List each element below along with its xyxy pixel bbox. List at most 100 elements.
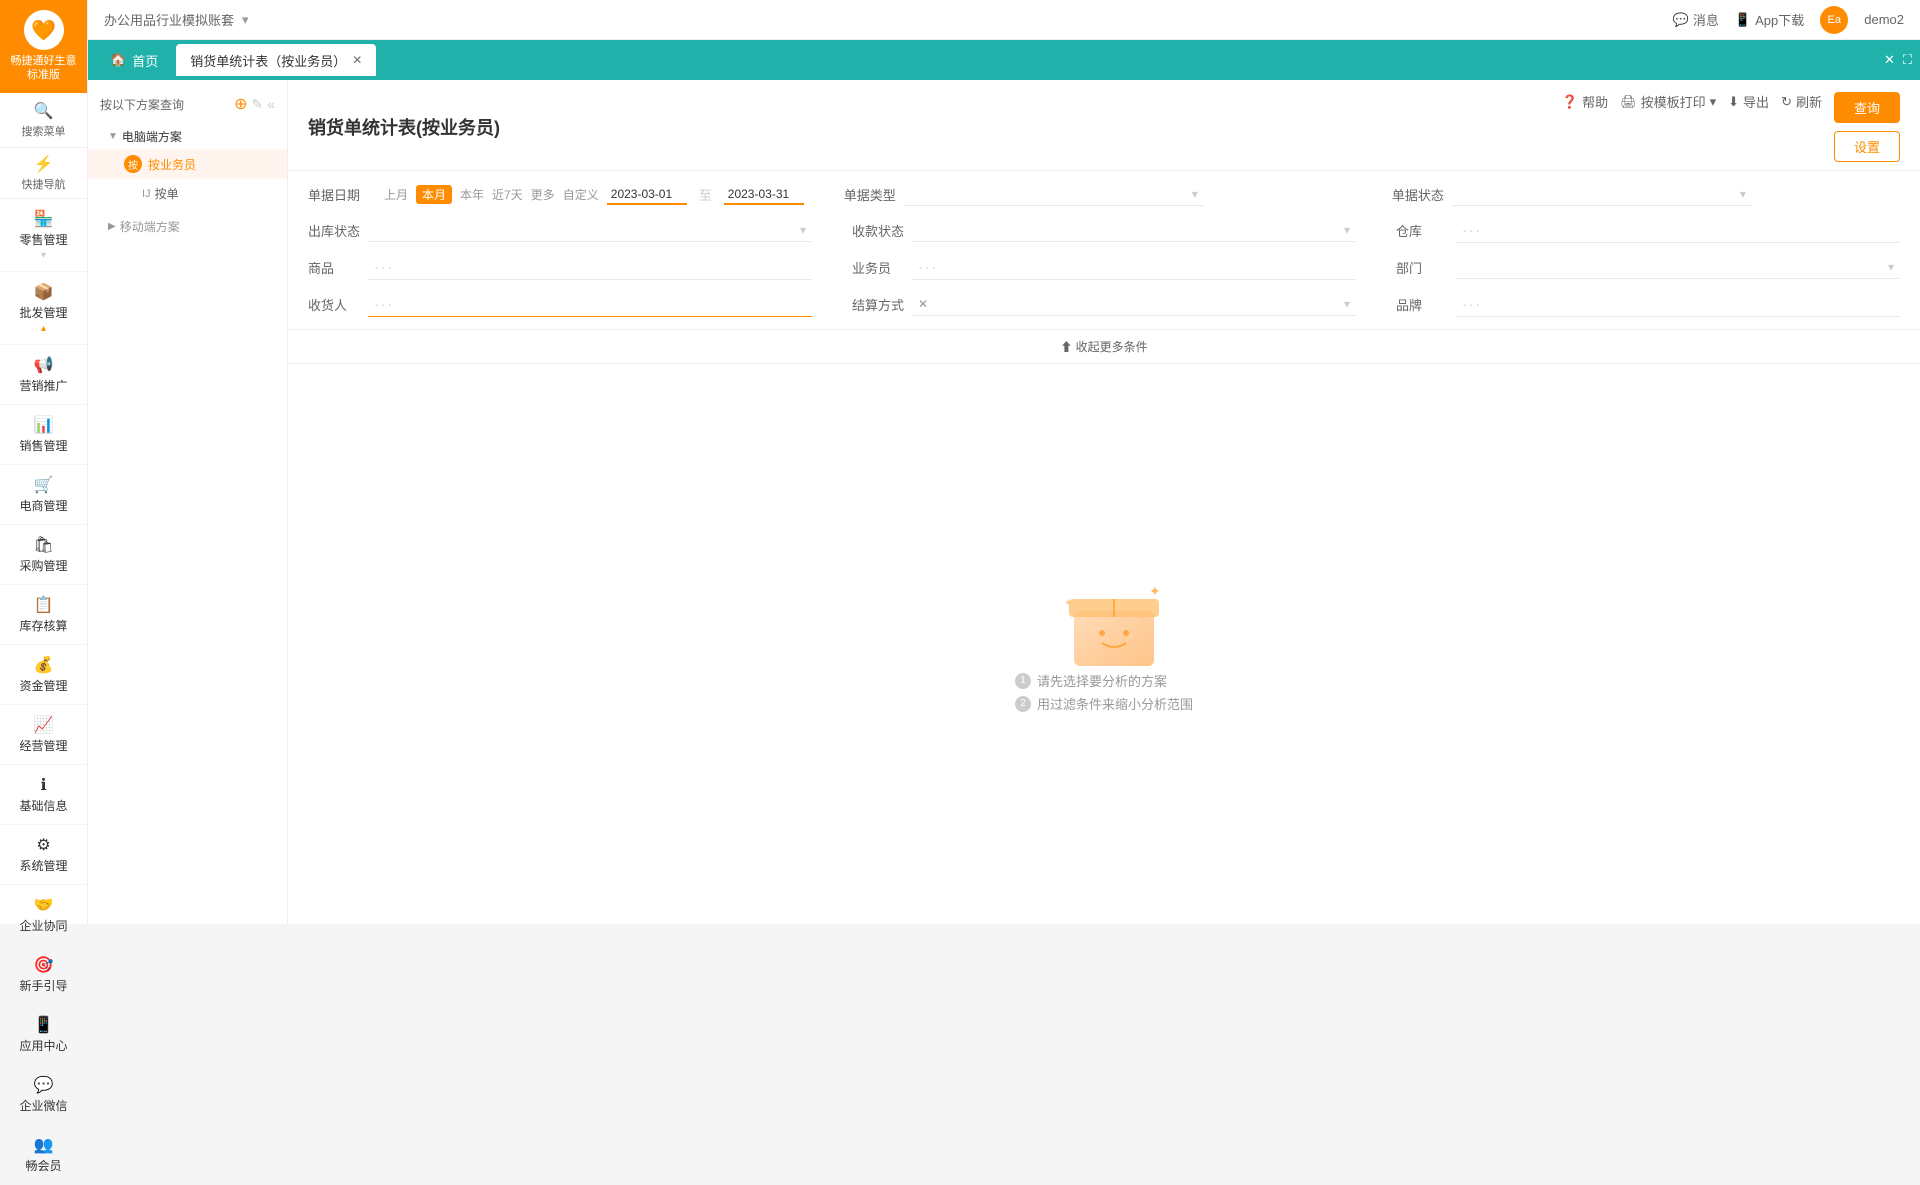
settings-button[interactable]: 设置	[1834, 131, 1900, 162]
goods-control[interactable]: ···	[368, 255, 812, 280]
sidebar-item-quick-nav[interactable]: ⚡ 快捷导航	[0, 148, 87, 199]
date-separator: 至	[699, 185, 712, 204]
date-this-year[interactable]: 本年	[460, 186, 484, 203]
query-button[interactable]: 查询	[1834, 92, 1900, 123]
tab-sales-stat[interactable]: 销货单统计表（按业务员） ✕	[176, 44, 376, 76]
sidebar-item-retail[interactable]: 🏪 零售管理 ▾	[0, 199, 87, 272]
consignee-dots-icon: ···	[374, 296, 394, 312]
sidebar-item-finance[interactable]: 💰 资金管理	[0, 645, 87, 705]
collapse-filter-btn[interactable]: ⬆ 收起更多条件	[288, 330, 1920, 364]
refresh-btn[interactable]: ↻ 刷新	[1781, 92, 1822, 111]
sidebar-item-basics[interactable]: ℹ 基础信息	[0, 765, 87, 825]
sidebar: 🧡 畅捷通好生意 标准版 🔍 搜索菜单 ⚡ 快捷导航 🏪 零售管理 ▾ 📦 批发…	[0, 0, 88, 924]
app-download-btn[interactable]: 📱 App下载	[1735, 10, 1804, 29]
page-actions: ❓ 帮助 🖨 按模板打印 ▾ ⬇ 导出 ↻	[1562, 92, 1900, 162]
sidebar-item-inventory[interactable]: 📋 库存核算	[0, 585, 87, 645]
sidebar-item-search[interactable]: 🔍 搜索菜单	[0, 93, 87, 148]
department-control[interactable]: ▾	[1456, 256, 1900, 279]
help-btn[interactable]: ❓ 帮助	[1562, 92, 1608, 111]
doc-status-control[interactable]: ▾	[1452, 183, 1752, 206]
sidebar-item-system[interactable]: ⚙ 系统管理	[0, 825, 87, 885]
scheme-actions: ⊕ ✎ «	[234, 94, 275, 114]
export-btn[interactable]: ⬇ 导出	[1728, 92, 1769, 111]
breadcrumb-dropdown-icon[interactable]: ▾	[242, 12, 249, 28]
filter-row-goods: 商品 ··· 业务员 ··· 部门	[308, 255, 1900, 280]
scheme-item-by-order[interactable]: IJ 按单	[88, 179, 287, 208]
payment-method-control[interactable]: ✕ ▾	[912, 293, 1356, 316]
date-start-input[interactable]	[607, 185, 687, 205]
collapse-scheme-icon[interactable]: «	[267, 96, 275, 112]
mobile-scheme-group: ▶ 移动端方案	[88, 210, 287, 241]
scheme-item-by-staff[interactable]: 按 按业务员	[88, 149, 287, 179]
sidebar-item-operations[interactable]: 📈 经营管理	[0, 705, 87, 765]
basics-icon: ℹ	[40, 775, 46, 795]
sidebar-item-wholesale[interactable]: 📦 批发管理 ▴	[0, 272, 87, 345]
out-status-control[interactable]: ▾	[368, 219, 812, 242]
date-last-7days[interactable]: 近7天	[492, 186, 523, 203]
salesperson-control[interactable]: ···	[912, 255, 1356, 280]
tab-close-icon[interactable]: ✕	[352, 53, 362, 67]
edit-scheme-icon[interactable]: ✎	[251, 96, 263, 113]
breadcrumb: 办公用品行业模拟账套	[104, 10, 234, 29]
ecommerce-icon: 🛒	[34, 475, 54, 495]
enterprise-icon: 🤝	[34, 895, 54, 915]
sidebar-item-app-center[interactable]: 📱 应用中心	[0, 1005, 87, 1065]
content-area: 按以下方案查询 ⊕ ✎ « ▼ 电脑端方案 按 按业务员 IJ	[88, 80, 1920, 924]
pc-scheme-group-title[interactable]: ▼ 电脑端方案	[88, 122, 287, 149]
date-last-month[interactable]: 上月	[384, 186, 408, 203]
sidebar-item-corp-wechat[interactable]: 💬 企业微信	[0, 1065, 87, 1125]
date-end-input[interactable]	[724, 185, 804, 205]
add-scheme-icon[interactable]: ⊕	[234, 94, 247, 114]
consignee-label: 收货人	[308, 295, 368, 314]
brand-label: 品牌	[1396, 295, 1456, 314]
doc-type-dropdown-icon: ▾	[1192, 187, 1198, 201]
sidebar-item-newbie[interactable]: 🎯 新手引导	[0, 945, 87, 1005]
step-1-num: 1	[1015, 673, 1031, 689]
warehouse-control[interactable]: ···	[1456, 218, 1900, 243]
tab-maximize-icon[interactable]: ⛶	[1903, 52, 1912, 68]
tabbar-controls: ✕ ⛶	[1884, 52, 1912, 68]
filter-row-status: 出库状态 ▾ 收款状态 ▾ 仓库	[308, 218, 1900, 243]
doc-type-control[interactable]: ▾	[904, 183, 1204, 206]
salesperson-dots-icon: ···	[918, 259, 938, 275]
date-this-month[interactable]: 本月	[416, 185, 452, 204]
department-dropdown-icon: ▾	[1888, 260, 1894, 274]
filter-row-date: 单据日期 上月 本月 本年 近7天 更多 自定义 至	[308, 183, 1900, 206]
filter-item-payment-method: 结算方式 ✕ ▾	[852, 293, 1356, 316]
department-label: 部门	[1396, 258, 1456, 277]
date-custom[interactable]: 自定义	[563, 186, 599, 203]
sidebar-item-purchase[interactable]: 🛍 采购管理	[0, 525, 87, 585]
consignee-control[interactable]: ···	[368, 292, 812, 317]
home-icon: 🏠	[110, 52, 126, 68]
sidebar-logo[interactable]: 🧡 畅捷通好生意 标准版	[0, 0, 87, 93]
doc-status-label: 单据状态	[1392, 185, 1452, 204]
message-btn[interactable]: 💬 消息	[1673, 10, 1719, 29]
payment-method-clear-icon[interactable]: ✕	[918, 297, 928, 311]
page-action-buttons: ❓ 帮助 🖨 按模板打印 ▾ ⬇ 导出 ↻	[1562, 92, 1822, 111]
date-more[interactable]: 更多	[531, 186, 555, 203]
warehouse-dots-icon: ···	[1462, 222, 1482, 238]
left-panel-header: 按以下方案查询 ⊕ ✎ «	[88, 88, 287, 120]
wholesale-icon: 📦	[34, 282, 54, 302]
brand-control[interactable]: ···	[1456, 292, 1900, 317]
date-shortcuts: 上月 本月 本年 近7天 更多 自定义	[384, 185, 599, 204]
avatar[interactable]: Ea	[1820, 6, 1848, 34]
sidebar-item-ecommerce[interactable]: 🛒 电商管理	[0, 465, 87, 525]
topbar-left: 办公用品行业模拟账套 ▾	[104, 10, 249, 29]
tab-home[interactable]: 🏠 首页	[96, 44, 172, 76]
filter-item-brand: 品牌 ···	[1396, 292, 1900, 317]
payment-status-label: 收款状态	[852, 221, 912, 240]
tab-close-all-icon[interactable]: ✕	[1884, 52, 1895, 68]
sidebar-item-enterprise[interactable]: 🤝 企业协同	[0, 885, 87, 945]
payment-status-control[interactable]: ▾	[912, 219, 1356, 242]
print-btn[interactable]: 🖨 按模板打印 ▾	[1620, 92, 1716, 111]
sidebar-item-marketing[interactable]: 📢 营销推广	[0, 345, 87, 405]
mobile-scheme-group-title[interactable]: ▶ 移动端方案	[88, 212, 287, 239]
sidebar-item-member[interactable]: 👥 畅会员	[0, 1125, 87, 1185]
sidebar-item-sales[interactable]: 📊 销售管理	[0, 405, 87, 465]
pc-scheme-expand-icon: ▼	[108, 131, 118, 142]
chevron-down-icon: ▾	[41, 250, 46, 261]
username[interactable]: demo2	[1864, 12, 1904, 27]
empty-step-1: 1 请先选择要分析的方案	[1015, 671, 1193, 690]
filter-item-consignee: 收货人 ···	[308, 292, 812, 317]
